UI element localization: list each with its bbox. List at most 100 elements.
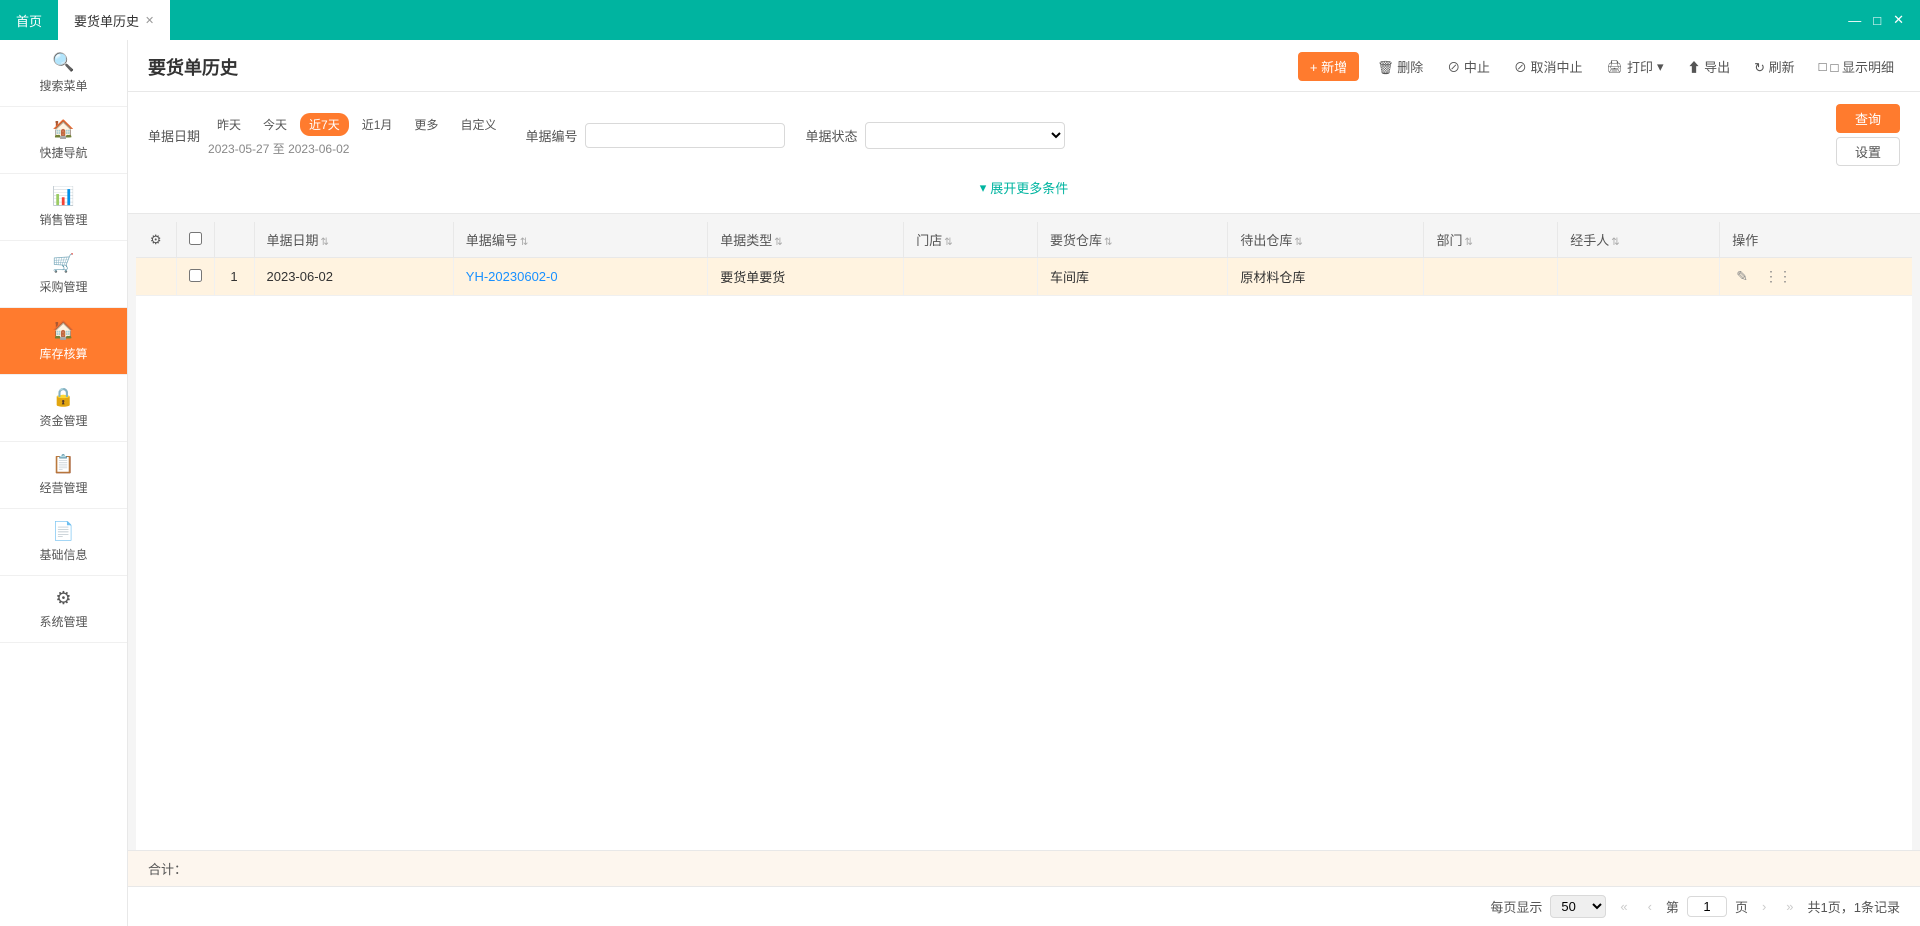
date-filter-group: 单据日期 昨天 今天 近7天 近1月 更多 自定义 2023-05-27 至 2… bbox=[148, 113, 505, 157]
page-size-select[interactable]: 50 10 20 100 bbox=[1550, 895, 1606, 918]
print-icon: 🖨 bbox=[1606, 59, 1623, 75]
sidebar-item-quick-nav[interactable]: 🏠 快捷导航 bbox=[0, 107, 127, 174]
tab-requisition-history[interactable]: 要货单历史 ✕ bbox=[58, 0, 170, 40]
col-date[interactable]: 单据日期⇅ bbox=[254, 222, 453, 258]
next-page-btn[interactable]: › bbox=[1756, 897, 1772, 916]
row-num-cell: 1 bbox=[214, 258, 254, 296]
sidebar-item-ops-mgmt[interactable]: 📋 经营管理 bbox=[0, 442, 127, 509]
filter-setting-button[interactable]: 设置 bbox=[1836, 137, 1900, 166]
date-btn-custom[interactable]: 自定义 bbox=[451, 113, 505, 136]
system-mgmt-icon: ⚙ bbox=[55, 588, 71, 609]
summary-bar: 合计： bbox=[128, 850, 1920, 886]
row-billno-cell[interactable]: YH-20230602-0 bbox=[453, 258, 707, 296]
query-button[interactable]: 查询 bbox=[1836, 104, 1900, 133]
refresh-button[interactable]: ↻ 刷新 bbox=[1748, 53, 1801, 80]
tab-home[interactable]: 首页 bbox=[0, 0, 58, 40]
pagination: 每页显示 50 10 20 100 « ‹ 第 页 › » 共1页，1条记录 bbox=[128, 886, 1920, 926]
stop-button[interactable]: ⊘ 中止 bbox=[1441, 53, 1496, 80]
print-label: 打印 bbox=[1627, 57, 1653, 76]
quick-nav-icon: 🏠 bbox=[52, 119, 74, 140]
tab-requisition-history-label: 要货单历史 bbox=[74, 11, 139, 30]
row-edit-btn[interactable]: ✎ bbox=[1732, 266, 1752, 287]
date-btn-more[interactable]: 更多 bbox=[405, 113, 447, 136]
display-detail-button[interactable]: □ □ 显示明细 bbox=[1813, 53, 1900, 80]
sidebar-item-finance-mgmt[interactable]: 🔒 资金管理 bbox=[0, 375, 127, 442]
bill-no-input[interactable] bbox=[585, 123, 785, 148]
filter-expand-row: ▾ 展开更多条件 bbox=[148, 174, 1900, 201]
row-actions-cell: ✎ ⋮⋮ bbox=[1720, 258, 1912, 296]
data-table: ⚙ 单据日期⇅ 单据编号⇅ 单据类型⇅ bbox=[136, 222, 1912, 296]
page-number-input[interactable] bbox=[1687, 896, 1727, 917]
sales-mgmt-icon: 📊 bbox=[52, 186, 74, 207]
page-size-label: 每页显示 bbox=[1490, 897, 1542, 916]
sidebar-item-purchase-mgmt[interactable]: 🛒 采购管理 bbox=[0, 241, 127, 308]
new-button[interactable]: + 新增 bbox=[1298, 52, 1359, 81]
col-bill-type[interactable]: 单据类型⇅ bbox=[708, 222, 904, 258]
sidebar-item-inventory-calc[interactable]: 🏠 库存核算 bbox=[0, 308, 127, 375]
row-store-cell bbox=[904, 258, 1038, 296]
col-store[interactable]: 门店⇅ bbox=[904, 222, 1038, 258]
sidebar-item-quick-nav-label: 快捷导航 bbox=[39, 144, 87, 161]
col-handler[interactable]: 经手人⇅ bbox=[1558, 222, 1720, 258]
expand-filter-button[interactable]: ▾ 展开更多条件 bbox=[972, 174, 1077, 201]
row-checkbox-cell[interactable] bbox=[176, 258, 214, 296]
prev-page-btn[interactable]: ‹ bbox=[1642, 897, 1658, 916]
col-pending-warehouse[interactable]: 待出仓库⇅ bbox=[1228, 222, 1424, 258]
sort-store-icon: ⇅ bbox=[944, 237, 952, 248]
bill-no-label: 单据编号 bbox=[525, 126, 577, 145]
bill-status-label: 单据状态 bbox=[805, 126, 857, 145]
date-btn-yesterday[interactable]: 昨天 bbox=[208, 113, 250, 136]
finance-mgmt-icon: 🔒 bbox=[52, 387, 74, 408]
sort-date-icon: ⇅ bbox=[321, 237, 329, 248]
sidebar: 🔍 搜索菜单 🏠 快捷导航 📊 销售管理 🛒 采购管理 🏠 库存核算 🔒 资金管… bbox=[0, 40, 128, 926]
sidebar-item-system-mgmt-label: 系统管理 bbox=[39, 613, 87, 630]
date-filter-buttons: 昨天 今天 近7天 近1月 更多 自定义 bbox=[208, 113, 505, 136]
select-all-checkbox[interactable] bbox=[189, 232, 202, 245]
col-req-warehouse[interactable]: 要货仓库⇅ bbox=[1038, 222, 1228, 258]
export-button[interactable]: ⬆ 导出 bbox=[1682, 53, 1737, 80]
sidebar-item-sales-mgmt[interactable]: 📊 销售管理 bbox=[0, 174, 127, 241]
first-page-btn[interactable]: « bbox=[1614, 897, 1633, 916]
delete-button[interactable]: 🗑 删除 bbox=[1371, 53, 1429, 80]
sidebar-item-system-mgmt[interactable]: ⚙ 系统管理 bbox=[0, 576, 127, 643]
cancel-stop-button[interactable]: ⊘ 取消中止 bbox=[1508, 53, 1589, 80]
bill-status-select[interactable] bbox=[865, 122, 1065, 149]
date-btn-today[interactable]: 今天 bbox=[254, 113, 296, 136]
close-btn[interactable]: ✕ bbox=[1893, 12, 1904, 28]
ops-mgmt-icon: 📋 bbox=[52, 454, 74, 475]
search-menu-icon: 🔍 bbox=[52, 52, 74, 73]
toolbar: + 新增 🗑 删除 ⊘ 中止 ⊘ 取消中止 🖨 打印 ▾ ⬆ 导出 ↻ 刷新 □… bbox=[1298, 52, 1900, 81]
date-btn-7days[interactable]: 近7天 bbox=[300, 113, 349, 136]
sort-handler-icon: ⇅ bbox=[1611, 237, 1619, 248]
maximize-btn[interactable]: □ bbox=[1873, 13, 1881, 28]
col-num bbox=[214, 222, 254, 258]
table-body: 1 2023-06-02 YH-20230602-0 要货单要货 车间库 原材料… bbox=[136, 258, 1912, 296]
page-label: 页 bbox=[1735, 897, 1748, 916]
top-bar: 首页 要货单历史 ✕ — □ ✕ bbox=[0, 0, 1920, 40]
last-page-btn[interactable]: » bbox=[1780, 897, 1799, 916]
expand-icon: ▾ bbox=[980, 180, 987, 196]
col-department[interactable]: 部门⇅ bbox=[1424, 222, 1558, 258]
col-bill-no[interactable]: 单据编号⇅ bbox=[453, 222, 707, 258]
row-checkbox[interactable] bbox=[189, 269, 202, 282]
date-filter-label: 单据日期 bbox=[148, 126, 200, 145]
minimize-btn[interactable]: — bbox=[1848, 13, 1861, 28]
page-label-prefix: 第 bbox=[1666, 897, 1679, 916]
checkbox-icon: □ bbox=[1819, 59, 1827, 74]
col-actions: 操作 bbox=[1720, 222, 1912, 258]
basic-info-icon: 📄 bbox=[52, 521, 74, 542]
sort-billno-icon: ⇅ bbox=[520, 237, 528, 248]
col-settings[interactable]: ⚙ bbox=[136, 222, 176, 258]
date-range-display: 2023-05-27 至 2023-06-02 bbox=[208, 140, 505, 157]
sort-billtype-icon: ⇅ bbox=[774, 237, 782, 248]
sidebar-item-basic-info[interactable]: 📄 基础信息 bbox=[0, 509, 127, 576]
close-tab-icon[interactable]: ✕ bbox=[145, 14, 154, 27]
row-delete-btn[interactable]: ⋮⋮ bbox=[1760, 266, 1796, 287]
table-area: ⚙ 单据日期⇅ 单据编号⇅ 单据类型⇅ bbox=[136, 222, 1912, 850]
table-row: 1 2023-06-02 YH-20230602-0 要货单要货 车间库 原材料… bbox=[136, 258, 1912, 296]
row-reqwh-cell: 车间库 bbox=[1038, 258, 1228, 296]
sidebar-item-search-menu[interactable]: 🔍 搜索菜单 bbox=[0, 40, 127, 107]
date-btn-1month[interactable]: 近1月 bbox=[353, 113, 402, 136]
bill-no-link: YH-20230602-0 bbox=[466, 269, 558, 284]
print-button[interactable]: 🖨 打印 ▾ bbox=[1600, 53, 1669, 80]
